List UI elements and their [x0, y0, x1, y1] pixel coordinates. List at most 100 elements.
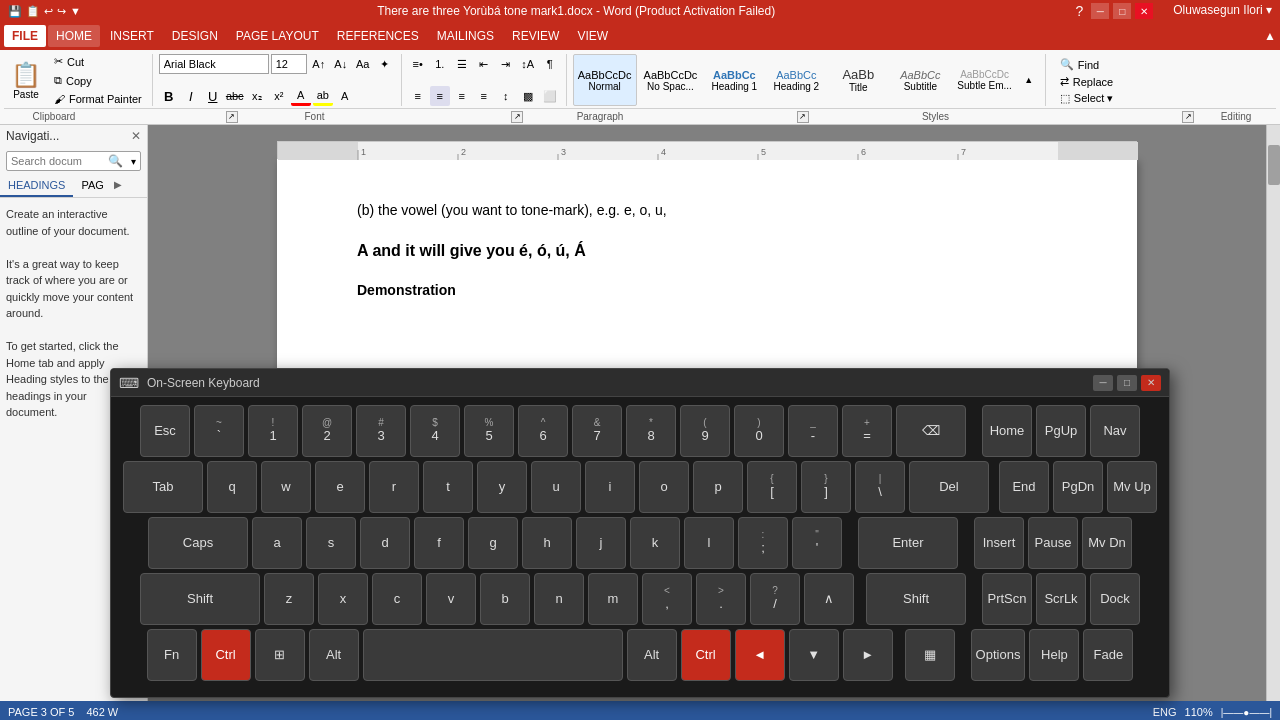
paragraph-expand-btn[interactable]: ↗ — [797, 111, 809, 123]
justify-btn[interactable]: ≡ — [474, 86, 494, 106]
find-button[interactable]: 🔍 Find — [1056, 56, 1118, 73]
osk-close-btn[interactable]: ✕ — [1141, 375, 1161, 391]
select-button[interactable]: ⬚ Select ▾ — [1056, 90, 1118, 107]
key-1[interactable]: !1 — [248, 405, 298, 457]
sort-btn[interactable]: ↕A — [518, 54, 538, 74]
align-left-btn[interactable]: ≡ — [408, 86, 428, 106]
key-b[interactable]: b — [480, 573, 530, 625]
key-2[interactable]: @2 — [302, 405, 352, 457]
menu-home[interactable]: HOME — [48, 25, 100, 47]
cut-button[interactable]: ✂ Cut — [50, 53, 146, 70]
close-btn[interactable]: ✕ — [1135, 3, 1153, 19]
key-pgup[interactable]: PgUp — [1036, 405, 1086, 457]
key-9[interactable]: (9 — [680, 405, 730, 457]
strikethrough-button[interactable]: abc — [225, 86, 245, 106]
collapse-ribbon-btn[interactable]: ▲ — [1264, 29, 1276, 43]
nav-tab-expand-icon[interactable]: ▶ — [112, 175, 124, 197]
key-mvup[interactable]: Mv Up — [1107, 461, 1157, 513]
key-slash[interactable]: ?/ — [750, 573, 800, 625]
key-x[interactable]: x — [318, 573, 368, 625]
align-right-btn[interactable]: ≡ — [452, 86, 472, 106]
key-f[interactable]: f — [414, 517, 464, 569]
key-n[interactable]: n — [534, 573, 584, 625]
multilevel-btn[interactable]: ☰ — [452, 54, 472, 74]
key-5[interactable]: %5 — [464, 405, 514, 457]
key-backspace[interactable]: ⌫ — [896, 405, 966, 457]
key-rctrl[interactable]: Ctrl — [681, 629, 731, 681]
key-z[interactable]: z — [264, 573, 314, 625]
menu-insert[interactable]: INSERT — [102, 25, 162, 47]
key-win[interactable]: ⊞ — [255, 629, 305, 681]
key-3[interactable]: #3 — [356, 405, 406, 457]
grow-font-btn[interactable]: A↑ — [309, 54, 329, 74]
change-case-btn[interactable]: Aa — [353, 54, 373, 74]
increase-indent-btn[interactable]: ⇥ — [496, 54, 516, 74]
style-heading1-btn[interactable]: AaBbCc Heading 1 — [704, 54, 764, 106]
key-m[interactable]: m — [588, 573, 638, 625]
osk-minimize-btn[interactable]: ─ — [1093, 375, 1113, 391]
help-btn[interactable]: ? — [1071, 3, 1087, 19]
key-period[interactable]: >. — [696, 573, 746, 625]
key-fade[interactable]: Fade — [1083, 629, 1133, 681]
key-pgdn[interactable]: PgDn — [1053, 461, 1103, 513]
menu-mailings[interactable]: MAILINGS — [429, 25, 502, 47]
key-y[interactable]: y — [477, 461, 527, 513]
minimize-btn[interactable]: ─ — [1091, 3, 1109, 19]
key-j[interactable]: j — [576, 517, 626, 569]
key-lshift[interactable]: Shift — [140, 573, 260, 625]
paste-button[interactable]: 📋 Paste — [4, 54, 48, 106]
bold-button[interactable]: B — [159, 86, 179, 106]
key-i[interactable]: i — [585, 461, 635, 513]
key-a[interactable]: a — [252, 517, 302, 569]
menu-view[interactable]: VIEW — [569, 25, 616, 47]
style-heading2-btn[interactable]: AaBbCc Heading 2 — [766, 54, 826, 106]
clipboard-expand-btn[interactable]: ↗ — [226, 111, 238, 123]
zoom-slider[interactable]: |——●——| — [1221, 707, 1272, 718]
bullets-btn[interactable]: ≡• — [408, 54, 428, 74]
key-down[interactable]: ▼ — [789, 629, 839, 681]
font-color-btn[interactable]: A — [291, 86, 311, 106]
key-8[interactable]: *8 — [626, 405, 676, 457]
borders-btn[interactable]: ⬜ — [540, 86, 560, 106]
styles-expand-btn[interactable]: ↗ — [1182, 111, 1194, 123]
copy-button[interactable]: ⧉ Copy — [50, 72, 146, 89]
key-end[interactable]: End — [999, 461, 1049, 513]
key-u[interactable]: u — [531, 461, 581, 513]
key-semicolon[interactable]: :; — [738, 517, 788, 569]
show-marks-btn[interactable]: ¶ — [540, 54, 560, 74]
vertical-scrollbar[interactable] — [1266, 125, 1280, 701]
key-esc[interactable]: Esc — [140, 405, 190, 457]
key-nav[interactable]: Nav — [1090, 405, 1140, 457]
key-0[interactable]: )0 — [734, 405, 784, 457]
key-lalt[interactable]: Alt — [309, 629, 359, 681]
key-pause[interactable]: Pause — [1028, 517, 1078, 569]
key-scrlk[interactable]: ScrLk — [1036, 573, 1086, 625]
key-space[interactable] — [363, 629, 623, 681]
restore-btn[interactable]: □ — [1113, 3, 1131, 19]
highlight-btn[interactable]: ab — [313, 86, 333, 106]
key-q[interactable]: q — [207, 461, 257, 513]
key-left[interactable]: ◄ — [735, 629, 785, 681]
key-v[interactable]: v — [426, 573, 476, 625]
menu-design[interactable]: DESIGN — [164, 25, 226, 47]
key-enter[interactable]: Enter — [858, 517, 958, 569]
key-prtscn[interactable]: PrtScn — [982, 573, 1032, 625]
font-expand-btn[interactable]: ↗ — [511, 111, 523, 123]
key-o[interactable]: o — [639, 461, 689, 513]
nav-close-btn[interactable]: ✕ — [131, 129, 141, 143]
key-backslash[interactable]: |\ — [855, 461, 905, 513]
key-minus[interactable]: _- — [788, 405, 838, 457]
key-k[interactable]: k — [630, 517, 680, 569]
key-home[interactable]: Home — [982, 405, 1032, 457]
key-lbracket[interactable]: {[ — [747, 461, 797, 513]
key-mvdn[interactable]: Mv Dn — [1082, 517, 1132, 569]
key-del[interactable]: Del — [909, 461, 989, 513]
replace-button[interactable]: ⇄ Replace — [1056, 73, 1118, 90]
key-up[interactable]: ∧ — [804, 573, 854, 625]
key-s[interactable]: s — [306, 517, 356, 569]
key-tab[interactable]: Tab — [123, 461, 203, 513]
scroll-thumb[interactable] — [1268, 145, 1280, 185]
nav-search-input[interactable] — [7, 153, 104, 169]
styles-scroll-up-btn[interactable]: ▲ — [1019, 72, 1039, 88]
key-quote[interactable]: "' — [792, 517, 842, 569]
